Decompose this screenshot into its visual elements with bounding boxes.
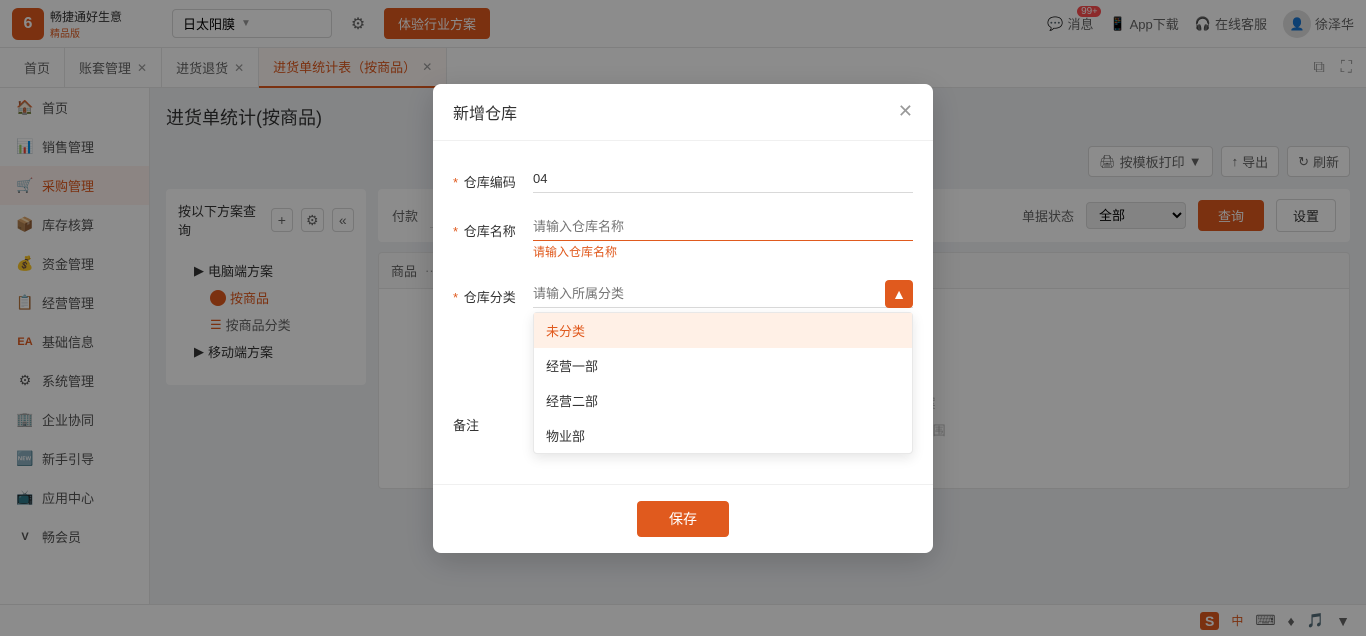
dropdown-item-op3[interactable]: 物业部 (534, 418, 912, 453)
modal-close-button[interactable]: ✕ (898, 101, 913, 122)
chevron-up-icon: ▲ (892, 286, 906, 302)
category-input[interactable] (533, 280, 913, 308)
remark-label: 备注 (453, 408, 533, 434)
name-label: * 仓库名称 (453, 214, 533, 240)
save-button[interactable]: 保存 (637, 501, 729, 537)
category-toggle-button[interactable]: ▲ (885, 280, 913, 308)
modal-footer: 保存 (433, 484, 933, 553)
dropdown-item-op2[interactable]: 经营二部 (534, 383, 912, 418)
category-dropdown: 未分类 经营一部 经营二部 物业部 (533, 312, 913, 454)
code-field-row: * 仓库编码 (453, 165, 913, 193)
code-label: * 仓库编码 (453, 165, 533, 191)
modal-overlay: 新增仓库 ✕ * 仓库编码 * 仓库名称 (0, 0, 1366, 636)
dropdown-item-none[interactable]: 未分类 (534, 313, 912, 348)
modal-body: * 仓库编码 * 仓库名称 请输入仓库名称 * (433, 141, 933, 484)
dropdown-item-op1[interactable]: 经营一部 (534, 348, 912, 383)
name-error-msg: 请输入仓库名称 (533, 243, 617, 260)
code-input[interactable] (533, 165, 913, 193)
warehouse-name-input[interactable] (533, 213, 913, 241)
name-field-row: * 仓库名称 请输入仓库名称 (453, 213, 913, 260)
category-select-wrapper: ▲ (533, 280, 913, 308)
modal-header: 新增仓库 ✕ (433, 84, 933, 141)
new-warehouse-modal: 新增仓库 ✕ * 仓库编码 * 仓库名称 (433, 84, 933, 553)
modal-title: 新增仓库 (453, 100, 517, 124)
category-label: * 仓库分类 (453, 280, 533, 306)
category-field-row: * 仓库分类 ▲ 未分类 经营一部 经营二部 物业部 (453, 280, 913, 308)
